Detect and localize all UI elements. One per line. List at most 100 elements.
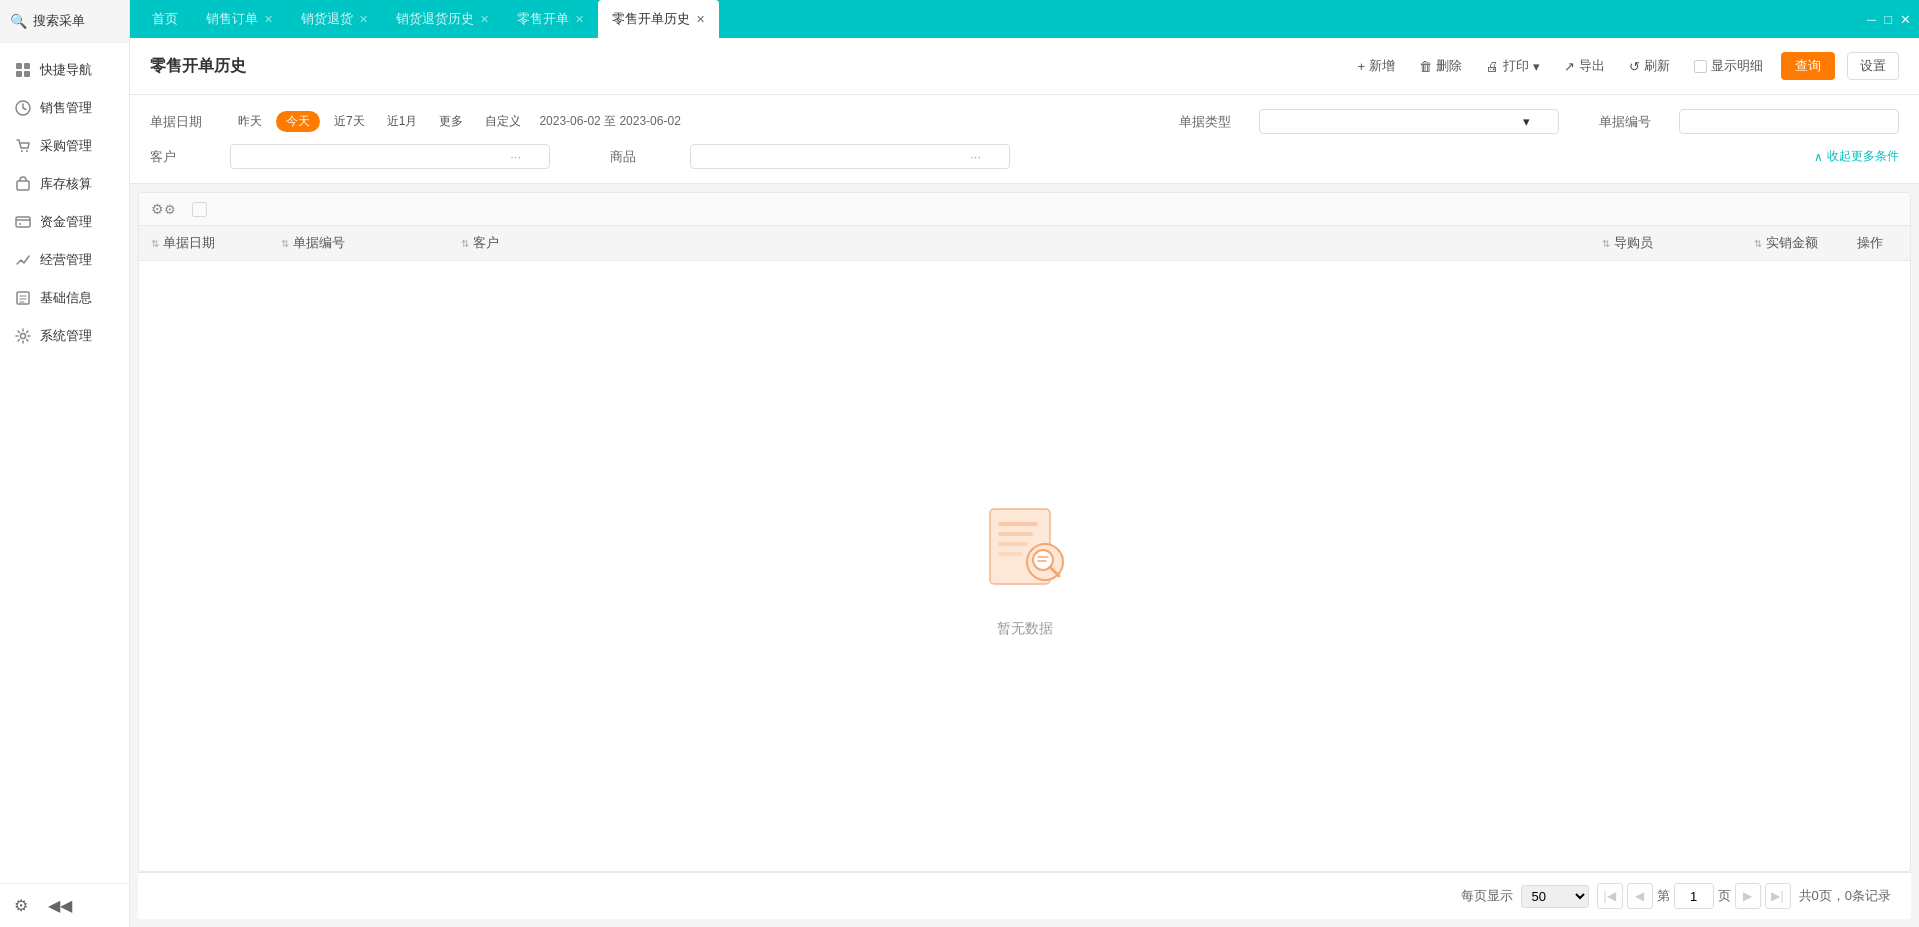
empty-text: 暂无数据 xyxy=(997,620,1053,638)
svg-point-5 xyxy=(21,150,23,152)
tab-close-icon[interactable]: ✕ xyxy=(264,13,273,26)
type-chevron-icon: ▾ xyxy=(1523,114,1530,129)
page-total: 共0页，0条记录 xyxy=(1799,887,1891,905)
page-input[interactable] xyxy=(1674,883,1714,909)
tab-close-icon[interactable]: ✕ xyxy=(480,13,489,26)
collapse-filter-btn[interactable]: ∧ 收起更多条件 xyxy=(1814,144,1899,169)
sort-icon[interactable]: ⇅ xyxy=(1754,238,1762,249)
date-opt-more[interactable]: 更多 xyxy=(431,111,471,132)
tab-sales-order[interactable]: 销售订单 ✕ xyxy=(192,0,287,38)
page-unit: 页 xyxy=(1718,887,1731,905)
print-chevron-icon: ▾ xyxy=(1533,59,1540,74)
goods-ellipsis: ··· xyxy=(970,149,981,164)
tab-close-icon[interactable]: ✕ xyxy=(575,13,584,26)
page-prev-btn[interactable]: ◀ xyxy=(1627,883,1653,909)
page-nav: |◀ ◀ 第 页 ▶ ▶| xyxy=(1597,883,1791,909)
sidebar-item-quick-nav[interactable]: 快捷导航 xyxy=(0,51,129,89)
table-settings-icon[interactable]: ⚙ xyxy=(151,201,176,217)
sort-icon[interactable]: ⇅ xyxy=(281,238,289,249)
tab-label: 首页 xyxy=(152,10,178,28)
finance-icon xyxy=(14,213,32,231)
sn-input[interactable] xyxy=(1679,109,1899,134)
print-label: 打印 xyxy=(1503,57,1529,75)
tab-home[interactable]: 首页 xyxy=(138,0,192,38)
svg-point-11 xyxy=(21,334,26,339)
export-button[interactable]: ↗ 导出 xyxy=(1558,53,1611,79)
display-button[interactable]: 显示明细 xyxy=(1688,53,1769,79)
system-icon xyxy=(14,327,32,345)
sidebar-item-finance[interactable]: 资金管理 xyxy=(0,203,129,241)
date-opt-custom[interactable]: 自定义 xyxy=(477,111,529,132)
sidebar-item-label: 资金管理 xyxy=(40,213,92,231)
query-button[interactable]: 查询 xyxy=(1781,52,1835,80)
sidebar-item-base-info[interactable]: 基础信息 xyxy=(0,279,129,317)
empty-illustration xyxy=(970,494,1080,604)
export-icon: ↗ xyxy=(1564,59,1575,74)
svg-rect-0 xyxy=(16,63,22,69)
date-opt-yesterday[interactable]: 昨天 xyxy=(230,111,270,132)
customer-filter-label: 客户 xyxy=(150,148,210,166)
settings-button[interactable]: 设置 xyxy=(1847,52,1899,80)
window-close-icon[interactable]: ✕ xyxy=(1900,12,1911,27)
col-sn: ⇅ 单据编号 xyxy=(269,234,449,252)
sidebar-item-operations[interactable]: 经营管理 xyxy=(0,241,129,279)
tab-label: 销货退货 xyxy=(301,10,353,28)
col-ops: 操作 xyxy=(1830,234,1910,252)
tab-bar-actions: ─ □ ✕ xyxy=(1867,12,1911,27)
date-opt-last-month[interactable]: 近1月 xyxy=(379,111,426,132)
checkbox-display xyxy=(1694,60,1707,73)
sort-icon[interactable]: ⇅ xyxy=(461,238,469,249)
tab-retail-open-history[interactable]: 零售开单历史 ✕ xyxy=(598,0,719,38)
date-opt-last7[interactable]: 近7天 xyxy=(326,111,373,132)
table-toolbar: ⚙ xyxy=(139,193,1910,226)
sidebar-collapse-icon[interactable]: ◀◀ xyxy=(48,896,72,915)
sidebar-item-purchase-mgmt[interactable]: 采购管理 xyxy=(0,127,129,165)
sn-filter-label: 单据编号 xyxy=(1599,113,1659,131)
type-filter-label: 单据类型 xyxy=(1179,113,1239,131)
goods-select[interactable]: ··· xyxy=(690,144,1010,169)
col-amount: ⇅ 实销金额 xyxy=(1710,234,1830,252)
customer-select[interactable]: ··· xyxy=(230,144,550,169)
tab-close-icon[interactable]: ✕ xyxy=(696,13,705,26)
sidebar-item-sales-mgmt[interactable]: 销售管理 xyxy=(0,89,129,127)
window-maximize-icon[interactable]: □ xyxy=(1884,12,1892,27)
sidebar-item-system[interactable]: 系统管理 xyxy=(0,317,129,355)
sidebar-item-label: 快捷导航 xyxy=(40,61,92,79)
sidebar-footer: ⚙ ◀◀ xyxy=(0,883,129,927)
sort-icon[interactable]: ⇅ xyxy=(151,238,159,249)
page-last-btn[interactable]: ▶| xyxy=(1765,883,1791,909)
delete-button[interactable]: 🗑 删除 xyxy=(1413,53,1468,79)
date-opt-today[interactable]: 今天 xyxy=(276,111,320,132)
type-select[interactable]: ▾ xyxy=(1259,109,1559,134)
window-minimize-icon[interactable]: ─ xyxy=(1867,12,1876,27)
base-icon xyxy=(14,289,32,307)
tab-sales-return-history[interactable]: 销货退货历史 ✕ xyxy=(382,0,503,38)
refresh-label: 刷新 xyxy=(1644,57,1670,75)
delete-label: 删除 xyxy=(1436,57,1462,75)
tab-sales-return[interactable]: 销货退货 ✕ xyxy=(287,0,382,38)
sidebar-item-inventory[interactable]: 库存核算 xyxy=(0,165,129,203)
settings-gear-icon[interactable]: ⚙ xyxy=(14,896,28,915)
select-all-checkbox[interactable] xyxy=(192,202,207,217)
search-panel[interactable]: 搜索采单 xyxy=(0,0,129,43)
page-next-btn[interactable]: ▶ xyxy=(1735,883,1761,909)
sidebar-item-label: 采购管理 xyxy=(40,137,92,155)
sort-icon[interactable]: ⇅ xyxy=(1602,238,1610,249)
new-button[interactable]: + 新增 xyxy=(1351,53,1401,79)
page-first-btn[interactable]: |◀ xyxy=(1597,883,1623,909)
search-label: 搜索采单 xyxy=(33,12,85,30)
nav-icon xyxy=(14,61,32,79)
sidebar-item-label: 库存核算 xyxy=(40,175,92,193)
tab-retail-open[interactable]: 零售开单 ✕ xyxy=(503,0,598,38)
print-button[interactable]: 🖨 打印 ▾ xyxy=(1480,53,1546,79)
export-label: 导出 xyxy=(1579,57,1605,75)
svg-rect-2 xyxy=(16,71,22,77)
refresh-button[interactable]: ↺ 刷新 xyxy=(1623,53,1676,79)
sidebar-item-label: 销售管理 xyxy=(40,99,92,117)
purchase-icon xyxy=(14,137,32,155)
col-label: 实销金额 xyxy=(1766,234,1818,252)
per-page-select[interactable]: 50 100 200 xyxy=(1521,885,1589,908)
tab-label: 销售订单 xyxy=(206,10,258,28)
tab-close-icon[interactable]: ✕ xyxy=(359,13,368,26)
empty-state: 暂无数据 xyxy=(139,261,1910,871)
